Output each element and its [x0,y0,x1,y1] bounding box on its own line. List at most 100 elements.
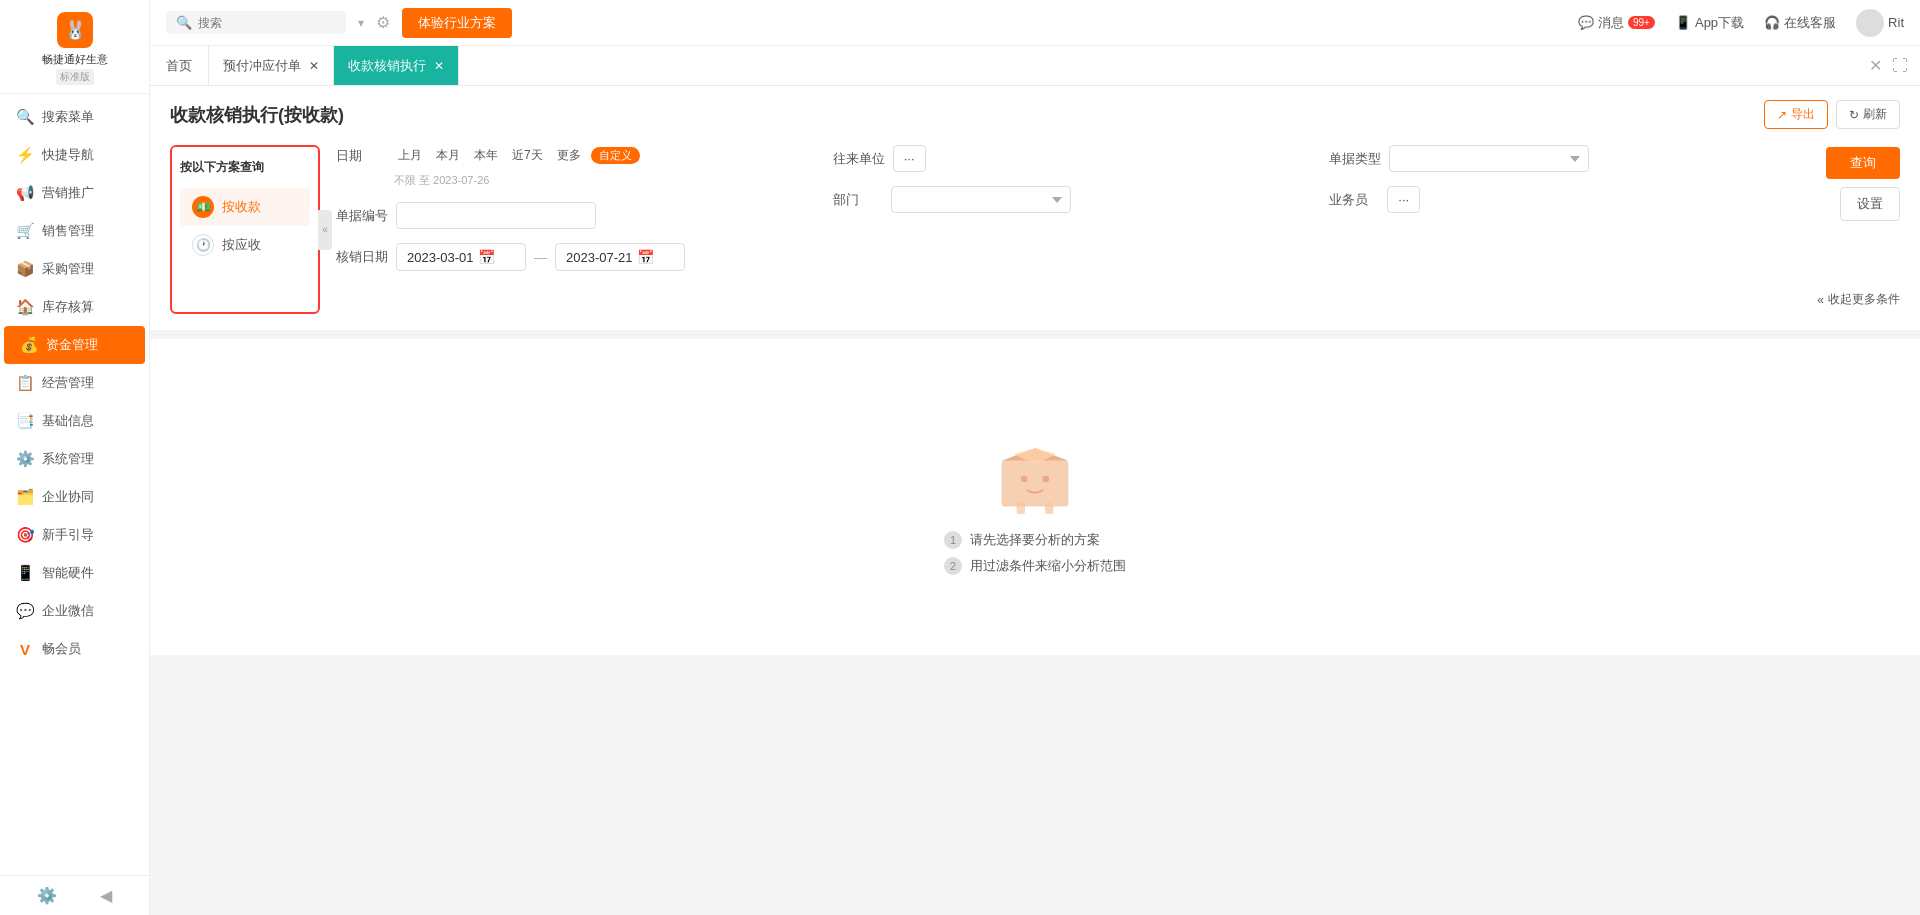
cal-icon-start: 📅 [478,249,495,265]
user-area[interactable]: Rit [1856,9,1904,37]
sidebar-item-system[interactable]: ⚙️ 系统管理 [0,440,149,478]
system-icon: ⚙️ [16,450,34,468]
date-shortcut-7days[interactable]: 近7天 [508,145,547,166]
sidebar-menu: 🔍 搜索菜单 ⚡ 快捷导航 📢 营销推广 🛒 销售管理 📦 采购管理 🏠 库存核… [0,94,149,875]
date-custom-badge[interactable]: 自定义 [591,147,640,164]
topbar-search-box[interactable]: 🔍 [166,11,346,34]
svg-rect-3 [1017,502,1025,514]
counterpart-input[interactable]: ··· [893,145,926,172]
doc-type-select[interactable] [1389,145,1589,172]
date-no-limit-text: 不限 至 2023-07-26 [394,174,489,186]
finance-icon: 💰 [20,336,38,354]
phone-icon: 📱 [1675,15,1691,30]
refresh-button[interactable]: ↻ 刷新 [1836,100,1900,129]
panel-collapse-button[interactable]: « [318,210,332,250]
empty-tip-2: 2 用过滤条件来缩小分析范围 [944,557,1126,575]
sidebar-item-search[interactable]: 🔍 搜索菜单 [0,98,149,136]
cal-icon-end: 📅 [637,249,654,265]
app-download-item[interactable]: 📱 App下载 [1675,14,1744,32]
tab-close-prepay[interactable]: ✕ [309,59,319,73]
message-item[interactable]: 💬 消息 99+ [1578,14,1655,32]
sidebar-item-finance[interactable]: 💰 资金管理 [4,326,145,364]
writeoff-date-label: 核销日期 [336,248,388,266]
message-badge: 99+ [1628,16,1655,29]
filter-option-by-receipt[interactable]: 💵 按收款 [180,188,310,226]
filter-form-right: 日期 上月 本月 本年 近7天 更多 自定义 [336,145,1900,314]
tab-prepay[interactable]: 预付冲应付单 ✕ [209,46,334,85]
ops-icon: 📋 [16,374,34,392]
solution-button[interactable]: 体验行业方案 [402,8,512,38]
writeoff-date-start-value: 2023-03-01 [407,250,474,265]
export-icon: ↗ [1777,108,1787,122]
svg-point-1 [1021,476,1028,483]
expand-tab-icon[interactable]: ⛶ [1892,57,1908,75]
staff-input[interactable]: ··· [1387,186,1420,213]
sidebar-item-ops[interactable]: 📋 经营管理 [0,364,149,402]
filter-field-writeoff-date: 核销日期 2023-03-01 📅 — [336,243,685,271]
sidebar-item-inventory[interactable]: 🏠 库存核算 [0,288,149,326]
tab-home[interactable]: 首页 [150,46,209,85]
app-name: 畅捷通好生意 [42,52,108,67]
close-tab-icon[interactable]: ✕ [1869,56,1882,75]
tab-writeoff[interactable]: 收款核销执行 ✕ [334,46,459,85]
member-icon: V [16,641,34,658]
collapse-more-button[interactable]: « 收起更多条件 [336,285,1900,314]
collab-icon: 🗂️ [16,488,34,506]
dept-select[interactable] [891,186,1071,213]
doc-type-label: 单据类型 [1329,150,1381,168]
filter-field-doctype: 单据类型 [1329,145,1589,172]
date-label: 日期 [336,147,386,165]
counterpart-label: 往来单位 [833,150,885,168]
logo-icon: 🐰 [57,12,93,48]
filter-row-docnum: 单据编号 [336,202,813,229]
date-shortcut-this-month[interactable]: 本月 [432,145,464,166]
sidebar-item-basic[interactable]: 📑 基础信息 [0,402,149,440]
writeoff-date-end-input[interactable]: 2023-07-21 📅 [555,243,685,271]
avatar [1856,9,1884,37]
filter-option-by-receivable[interactable]: 🕐 按应收 [180,226,310,264]
collapse-sidebar-icon[interactable]: ◀ [100,886,112,905]
online-service-item[interactable]: 🎧 在线客服 [1764,14,1836,32]
sidebar-item-member[interactable]: V 畅会员 [0,630,149,668]
svg-rect-4 [1045,502,1053,514]
sidebar-item-sales[interactable]: 🛒 销售管理 [0,212,149,250]
export-button[interactable]: ↗ 导出 [1764,100,1828,129]
writeoff-date-start-input[interactable]: 2023-03-01 📅 [396,243,526,271]
date-shortcut-more[interactable]: 更多 [553,145,585,166]
query-button[interactable]: 查询 [1826,147,1900,179]
settings-bottom-icon[interactable]: ⚙️ [37,886,57,905]
refresh-icon: ↻ [1849,108,1859,122]
filter-field-dept: 部门 [833,186,1071,213]
filter-row-writeoff-date: 核销日期 2023-03-01 📅 — [336,243,813,271]
tab-close-writeoff[interactable]: ✕ [434,59,444,73]
settings-button[interactable]: 设置 [1840,187,1900,221]
search-chevron-icon: ▾ [358,16,364,30]
tabbar: 首页 预付冲应付单 ✕ 收款核销执行 ✕ ✕ ⛶ [150,46,1920,86]
doc-number-input[interactable] [396,202,596,229]
headset-icon: 🎧 [1764,15,1780,30]
date-shortcut-last-month[interactable]: 上月 [394,145,426,166]
sidebar-item-collab[interactable]: 🗂️ 企业协同 [0,478,149,516]
writeoff-date-end-value: 2023-07-21 [566,250,633,265]
hardware-icon: 📱 [16,564,34,582]
svg-point-2 [1043,476,1050,483]
search-input[interactable] [198,16,318,30]
sidebar-item-purchase[interactable]: 📦 采购管理 [0,250,149,288]
sidebar-item-marketing[interactable]: 📢 营销推广 [0,174,149,212]
gear-icon[interactable]: ⚙ [376,13,390,32]
sidebar-item-wechat[interactable]: 💬 企业微信 [0,592,149,630]
filter-row-date: 日期 上月 本月 本年 近7天 更多 自定义 [336,145,813,166]
tip-num-1: 1 [944,531,962,549]
search-icon: 🔍 [16,108,34,126]
filter-row-doctype: 单据类型 [1329,145,1806,172]
tabbar-actions: ✕ ⛶ [1857,46,1920,85]
sidebar-item-guide[interactable]: 🎯 新手引导 [0,516,149,554]
sales-icon: 🛒 [16,222,34,240]
sidebar-item-nav[interactable]: ⚡ 快捷导航 [0,136,149,174]
filter-section: 按以下方案查询 💵 按收款 🕐 按应收 « [150,129,1920,330]
inventory-icon: 🏠 [16,298,34,316]
sidebar-item-hardware[interactable]: 📱 智能硬件 [0,554,149,592]
collapse-chevron-icon: « [1817,293,1824,307]
sidebar-bottom: ⚙️ ◀ [0,875,149,915]
date-shortcut-this-year[interactable]: 本年 [470,145,502,166]
